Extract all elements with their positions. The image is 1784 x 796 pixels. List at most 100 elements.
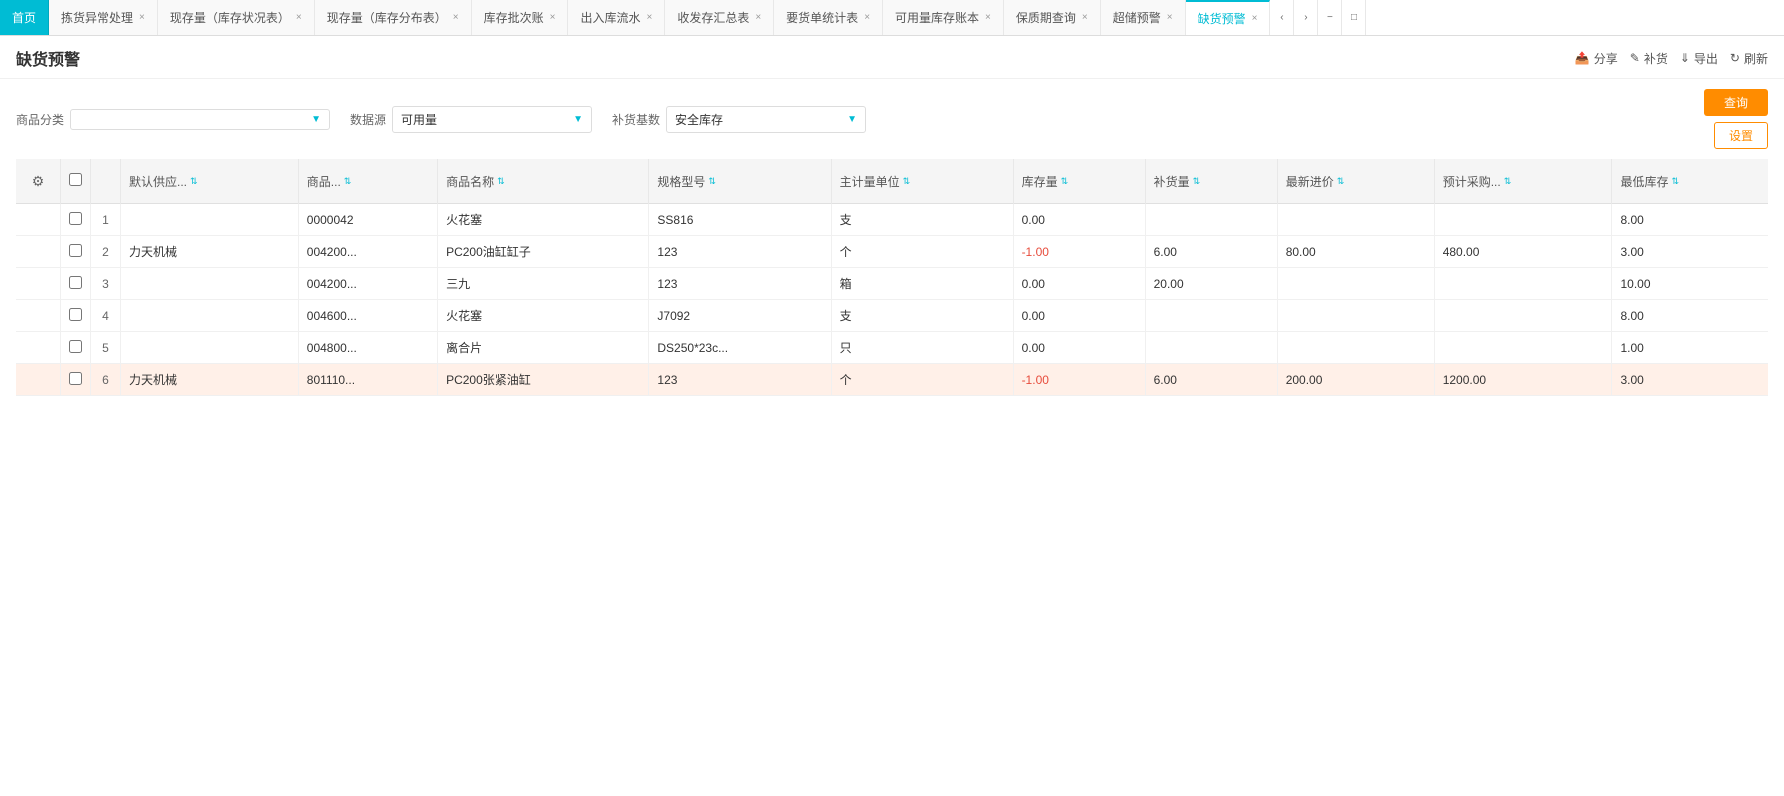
row-checkbox-5[interactable] [69, 340, 82, 353]
tab-inventory-status-close[interactable]: × [296, 12, 302, 23]
cell-estimated-purchase-3 [1434, 268, 1612, 300]
th-product-name[interactable]: 商品名称 ⇅ [438, 159, 649, 204]
tab-home[interactable]: 首页 [0, 0, 49, 35]
row-checkbox-1[interactable] [69, 212, 82, 225]
th-unit-sort-icon: ⇅ [903, 176, 911, 187]
row-checkbox-3[interactable] [69, 276, 82, 289]
page-title: 缺货预警 [16, 46, 80, 70]
cell-checkbox-1 [61, 204, 91, 236]
tab-demand-stats[interactable]: 要货单统计表 × [774, 0, 883, 35]
cell-gear-3 [16, 268, 61, 300]
tab-overstock-close[interactable]: × [1167, 12, 1173, 23]
refresh-action[interactable]: ↻ 刷新 [1730, 50, 1768, 67]
cell-name-6: PC200张紧油缸 [438, 364, 649, 396]
cell-estimated-purchase-6: 1200.00 [1434, 364, 1612, 396]
cell-replenish-qty-1 [1145, 204, 1277, 236]
cell-supplier-1 [121, 204, 299, 236]
export-label: 导出 [1694, 50, 1718, 67]
cell-estimated-purchase-5 [1434, 332, 1612, 364]
tab-shortage-close[interactable]: × [1252, 13, 1258, 24]
cell-stock-3: 0.00 [1013, 268, 1145, 300]
share-action[interactable]: 📤 分享 [1575, 50, 1618, 67]
tab-abnormal[interactable]: 拣货异常处理 × [49, 0, 158, 35]
th-default-supplier[interactable]: 默认供应... ⇅ [121, 159, 299, 204]
tab-inventory-status[interactable]: 现存量（库存状况表） × [158, 0, 315, 35]
header-actions: 📤 分享 ✎ 补货 ⇓ 导出 ↻ 刷新 [1575, 50, 1768, 67]
cell-gear-6 [16, 364, 61, 396]
tab-shortage[interactable]: 缺货预警 × [1186, 0, 1271, 35]
cell-checkbox-5 [61, 332, 91, 364]
cell-supplier-2: 力天机械 [121, 236, 299, 268]
tab-inout-flow-close[interactable]: × [646, 12, 652, 23]
row-checkbox-2[interactable] [69, 244, 82, 257]
replenish-action[interactable]: ✎ 补货 [1630, 50, 1668, 67]
tab-available-ledger-close[interactable]: × [985, 12, 991, 23]
cell-unit-6: 个 [831, 364, 1013, 396]
datasource-select-value: 可用量 [401, 111, 437, 128]
cell-latest-price-1 [1277, 204, 1434, 236]
query-button[interactable]: 查询 [1704, 89, 1768, 116]
tab-inventory-status-label: 现存量（库存状况表） [170, 9, 290, 26]
datasource-select[interactable]: 可用量 ▼ [392, 106, 592, 133]
cell-unit-3: 箱 [831, 268, 1013, 300]
th-latest-price-sort-icon: ⇅ [1337, 176, 1345, 187]
gear-settings-button[interactable]: ⚙ [24, 167, 52, 195]
th-spec-sort-icon: ⇅ [708, 176, 716, 187]
th-default-supplier-label: 默认供应... [129, 173, 187, 190]
tab-batch-account-close[interactable]: × [550, 12, 556, 23]
tab-home-label: 首页 [12, 9, 36, 26]
tab-shortage-label: 缺货预警 [1198, 10, 1246, 27]
tab-available-ledger[interactable]: 可用量库存账本 × [883, 0, 1004, 35]
tab-inventory-dist[interactable]: 现存量（库存分布表） × [315, 0, 472, 35]
cell-unit-1: 支 [831, 204, 1013, 236]
row-checkbox-4[interactable] [69, 308, 82, 321]
filter-row: 商品分类 ▼ 数据源 可用量 ▼ 补货基数 安全库存 ▼ 查询 设置 [0, 79, 1784, 159]
th-stock[interactable]: 库存量 ⇅ [1013, 159, 1145, 204]
refresh-icon: ↻ [1730, 51, 1740, 65]
tab-inventory-dist-close[interactable]: × [453, 12, 459, 23]
th-product-code[interactable]: 商品... ⇅ [298, 159, 437, 204]
th-min-stock-sort-icon: ⇅ [1671, 176, 1679, 187]
cell-unit-2: 个 [831, 236, 1013, 268]
replenish-base-select[interactable]: 安全库存 ▼ [666, 106, 866, 133]
cell-checkbox-2 [61, 236, 91, 268]
tab-demand-stats-close[interactable]: × [864, 12, 870, 23]
cell-stock-5: 0.00 [1013, 332, 1145, 364]
cell-spec-5: DS250*23c... [649, 332, 831, 364]
category-select[interactable]: ▼ [70, 109, 330, 130]
tab-overstock[interactable]: 超储预警 × [1101, 0, 1186, 35]
tab-maximize-button[interactable]: □ [1342, 0, 1366, 35]
th-spec[interactable]: 规格型号 ⇅ [649, 159, 831, 204]
export-action[interactable]: ⇓ 导出 [1680, 50, 1718, 67]
tab-minimize-button[interactable]: − [1318, 0, 1342, 35]
cell-latest-price-4 [1277, 300, 1434, 332]
cell-supplier-6: 力天机械 [121, 364, 299, 396]
cell-name-3: 三九 [438, 268, 649, 300]
tab-prev-button[interactable]: ‹ [1270, 0, 1294, 35]
tab-inout-flow[interactable]: 出入库流水 × [568, 0, 665, 35]
row-checkbox-6[interactable] [69, 372, 82, 385]
th-latest-price[interactable]: 最新进价 ⇅ [1277, 159, 1434, 204]
cell-min-stock-6: 3.00 [1612, 364, 1768, 396]
tab-receipt-summary[interactable]: 收发存汇总表 × [665, 0, 774, 35]
th-unit[interactable]: 主计量单位 ⇅ [831, 159, 1013, 204]
replenish-base-label: 补货基数 [612, 111, 660, 128]
tab-batch-account[interactable]: 库存批次账 × [472, 0, 569, 35]
category-filter: 商品分类 ▼ [16, 109, 330, 130]
th-min-stock[interactable]: 最低库存 ⇅ [1612, 159, 1768, 204]
tab-expiry-query[interactable]: 保质期查询 × [1004, 0, 1101, 35]
th-estimated-purchase-sort-icon: ⇅ [1504, 176, 1512, 187]
th-replenish-qty[interactable]: 补货量 ⇅ [1145, 159, 1277, 204]
settings-button[interactable]: 设置 [1714, 122, 1768, 149]
tab-next-button[interactable]: › [1294, 0, 1318, 35]
cell-code-2: 004200... [298, 236, 437, 268]
tab-expiry-query-close[interactable]: × [1082, 12, 1088, 23]
tab-abnormal-close[interactable]: × [139, 12, 145, 23]
share-label: 分享 [1594, 50, 1618, 67]
tab-receipt-summary-close[interactable]: × [755, 12, 761, 23]
cell-replenish-qty-6: 6.00 [1145, 364, 1277, 396]
th-estimated-purchase[interactable]: 预计采购... ⇅ [1434, 159, 1612, 204]
select-all-checkbox[interactable] [69, 173, 82, 186]
tab-batch-account-label: 库存批次账 [484, 9, 544, 26]
cell-latest-price-2: 80.00 [1277, 236, 1434, 268]
